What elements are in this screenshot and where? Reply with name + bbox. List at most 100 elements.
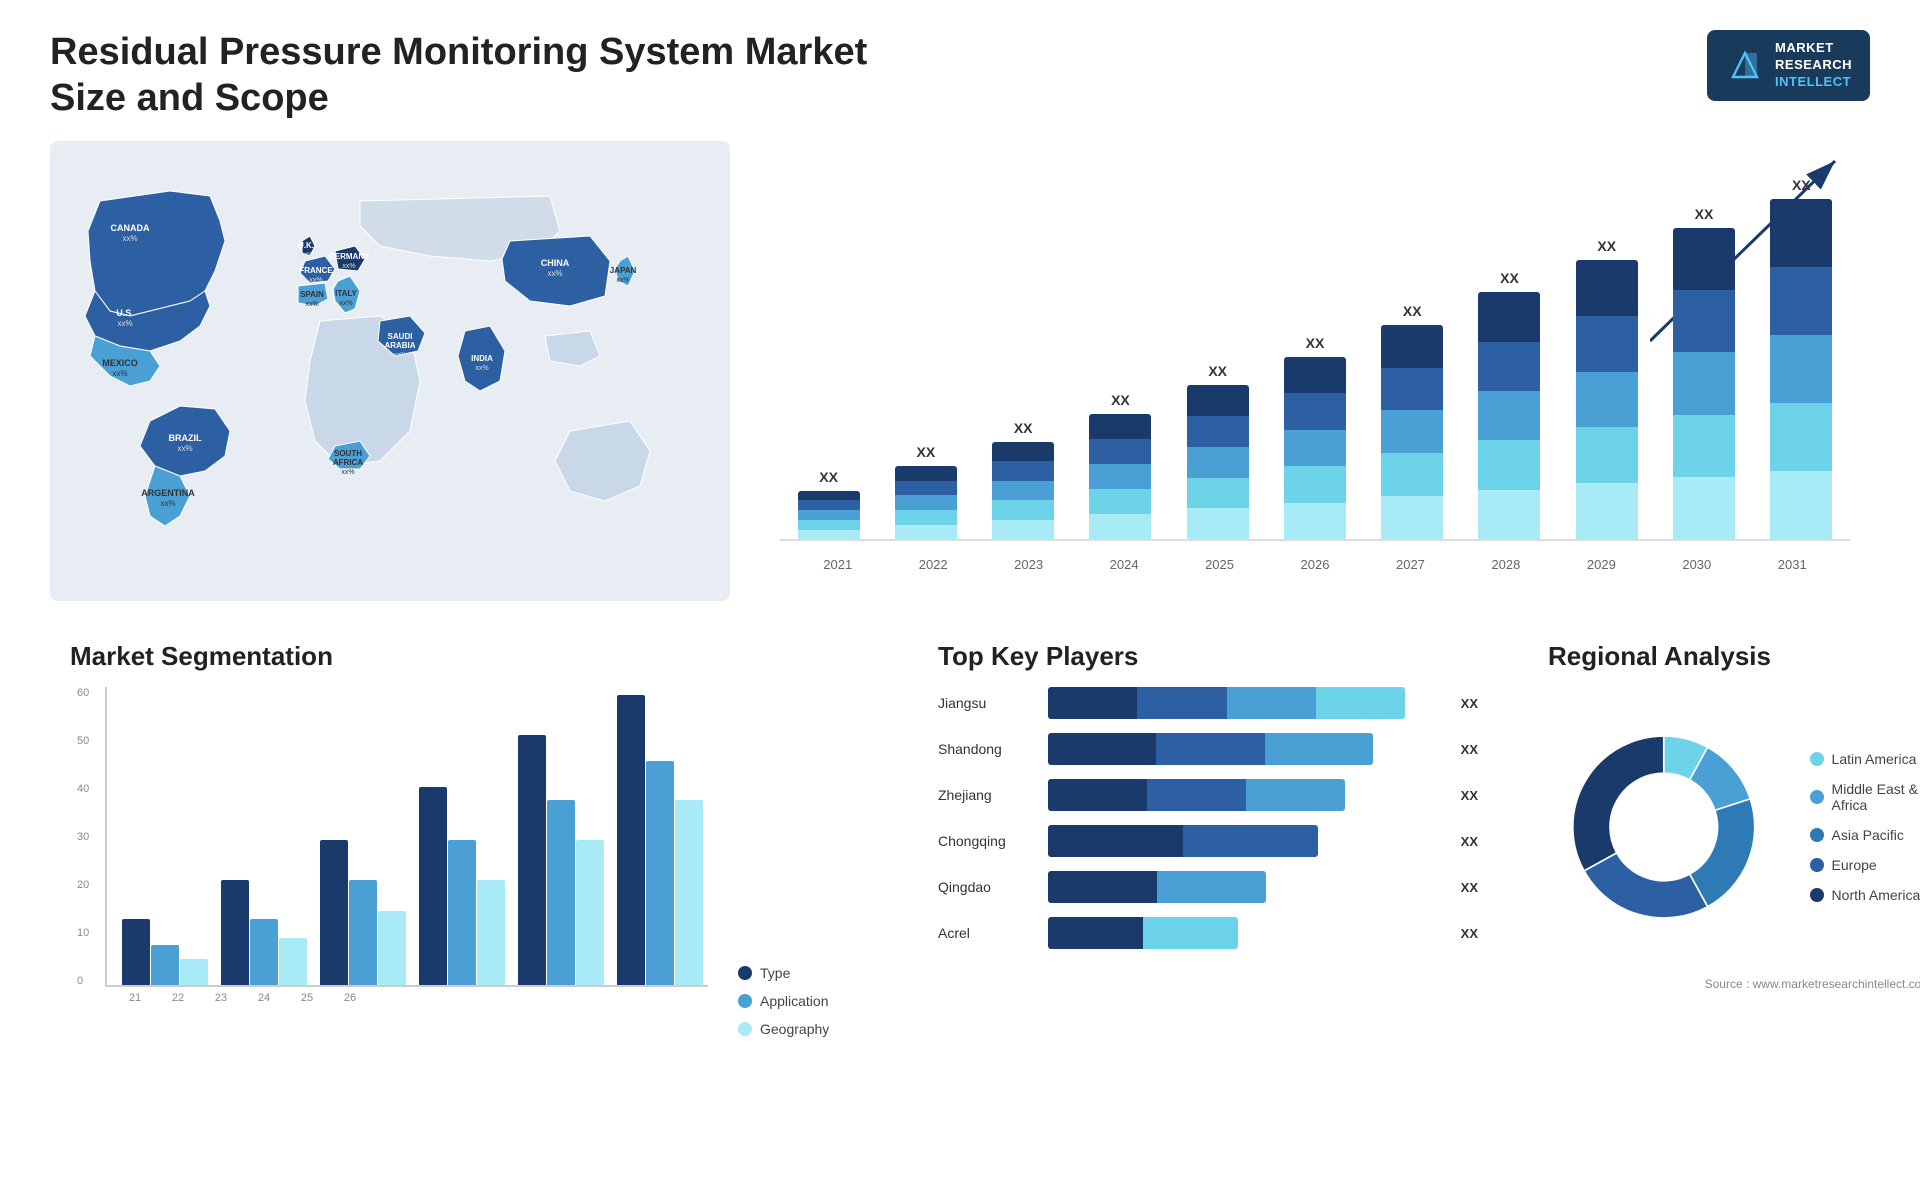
player-bar-wrap	[1048, 917, 1445, 949]
player-bar-seg-1	[1147, 779, 1246, 811]
legend-label: Geography	[760, 1021, 829, 1037]
svg-text:xx%: xx%	[616, 277, 629, 284]
player-name: Qingdao	[938, 879, 1038, 895]
legend-dot	[738, 994, 752, 1008]
seg-group-2025	[518, 735, 604, 985]
svg-text:GERMANY: GERMANY	[329, 252, 371, 261]
reg-label: Asia Pacific	[1832, 827, 1904, 843]
bar-stacked-2030	[1673, 228, 1735, 540]
svg-text:xx%: xx%	[342, 263, 355, 270]
reg-label: Middle East & Africa	[1832, 781, 1920, 813]
seg-x-label-2025: 25	[292, 992, 322, 1004]
player-bar-seg-1	[1183, 825, 1318, 857]
legend-label: Type	[760, 965, 790, 981]
segmentation-title: Market Segmentation	[70, 641, 868, 672]
seg-bar-1	[250, 919, 278, 985]
svg-text:ITALY: ITALY	[335, 289, 357, 298]
player-bar-bg	[1048, 825, 1318, 857]
donut-area: Latin America Middle East & Africa Asia Pa…	[1548, 687, 1920, 967]
player-bar-seg-1	[1143, 917, 1238, 949]
player-bar-seg-1	[1137, 687, 1226, 719]
seg-bar-1	[349, 880, 377, 985]
source-text: Source : www.marketresearchintellect.com	[1548, 977, 1920, 991]
donut-seg-europe	[1584, 853, 1708, 918]
reg-dot	[1810, 828, 1824, 842]
players-title: Top Key Players	[938, 641, 1478, 672]
svg-text:xx%: xx%	[177, 444, 192, 453]
bar-value-2026: XX	[1306, 335, 1325, 351]
seg-x-label-2026: 26	[335, 992, 365, 1004]
reg-label: Europe	[1832, 857, 1877, 873]
player-val: XX	[1461, 696, 1478, 711]
header: Residual Pressure Monitoring System Mark…	[50, 30, 1870, 121]
svg-text:xx%: xx%	[122, 234, 137, 243]
bar-group-2031: XX	[1770, 177, 1832, 539]
seg-bar-0	[122, 919, 150, 985]
seg-bar-1	[646, 761, 674, 985]
player-bar-bg	[1048, 779, 1345, 811]
svg-text:xx%: xx%	[547, 269, 562, 278]
player-bar-seg-0	[1048, 917, 1143, 949]
player-bar-seg-3	[1316, 687, 1405, 719]
seg-group-2023	[320, 840, 406, 985]
reg-legend-item-middle-east-&-africa: Middle East & Africa	[1810, 781, 1920, 813]
seg-bar-2	[378, 911, 406, 985]
page-container: Residual Pressure Monitoring System Mark…	[0, 0, 1920, 1191]
seg-bar-1	[151, 945, 179, 985]
svg-text:xx%: xx%	[393, 352, 406, 359]
bar-group-2028: XX	[1478, 270, 1540, 539]
svg-text:FRANCE: FRANCE	[299, 266, 333, 275]
svg-text:AFRICA: AFRICA	[333, 458, 363, 467]
reg-label: Latin America	[1832, 751, 1917, 767]
seg-group-2026	[617, 695, 703, 985]
reg-dot	[1810, 888, 1824, 902]
player-bar-wrap	[1048, 779, 1445, 811]
player-bar-bg	[1048, 733, 1373, 765]
bar-value-2022: XX	[917, 444, 936, 460]
player-bar-wrap	[1048, 871, 1445, 903]
bar-group-2029: XX	[1576, 238, 1638, 539]
bar-stacked-2027	[1381, 325, 1443, 540]
logo-icon	[1725, 45, 1765, 85]
bar-value-2029: XX	[1597, 238, 1616, 254]
argentina-label: ARGENTINA	[141, 488, 195, 498]
seg-bars: 60 50 40 30 20 10 0	[105, 687, 708, 987]
player-bar-seg-0	[1048, 871, 1157, 903]
players-list: Jiangsu XX Shandong XX Zhejiang XX Chong…	[938, 687, 1478, 949]
player-val: XX	[1461, 742, 1478, 757]
bar-x-labels: 2021202220232024202520262027202820292030…	[780, 549, 1850, 572]
svg-text:xx%: xx%	[112, 369, 127, 378]
bar-stacked-2023	[992, 442, 1054, 539]
svg-text:SOUTH: SOUTH	[334, 449, 362, 458]
us-label: U.S.	[116, 308, 134, 318]
bar-x-label-2021: 2021	[790, 557, 885, 572]
logo-box: MARKET RESEARCH INTELLECT	[1707, 30, 1870, 101]
players-container: Top Key Players Jiangsu XX Shandong XX Z…	[918, 631, 1498, 1161]
donut-svg	[1548, 687, 1780, 967]
mexico-label: MEXICO	[102, 358, 138, 368]
bar-stacked-2021	[798, 491, 860, 540]
svg-text:INDIA: INDIA	[471, 354, 493, 363]
player-row-acrel: Acrel XX	[938, 917, 1478, 949]
regional-container: Regional Analysis Latin AmericaMiddle Ea…	[1528, 631, 1920, 1161]
bar-group-2027: XX	[1381, 303, 1443, 540]
player-bar-bg	[1048, 871, 1266, 903]
player-bar-seg-1	[1157, 871, 1266, 903]
svg-text:U.K.: U.K.	[298, 241, 314, 250]
legend-item-geography: Geography	[738, 1021, 868, 1037]
svg-text:SPAIN: SPAIN	[300, 290, 324, 299]
bar-x-label-2023: 2023	[981, 557, 1076, 572]
logo-area: MARKET RESEARCH INTELLECT	[1707, 30, 1870, 101]
seg-bar-chart: 60 50 40 30 20 10 0 212223242526	[70, 687, 708, 1037]
seg-bar-2	[477, 880, 505, 985]
seg-bar-2	[675, 800, 703, 985]
player-val: XX	[1461, 788, 1478, 803]
bar-stacked-2022	[895, 466, 957, 539]
bar-value-2030: XX	[1695, 206, 1714, 222]
bar-group-2021: XX	[798, 469, 860, 540]
player-bar-wrap	[1048, 825, 1445, 857]
reg-dot	[1810, 858, 1824, 872]
svg-text:xx%: xx%	[309, 277, 322, 284]
player-bar-seg-2	[1227, 687, 1316, 719]
svg-text:xx%: xx%	[341, 469, 354, 476]
